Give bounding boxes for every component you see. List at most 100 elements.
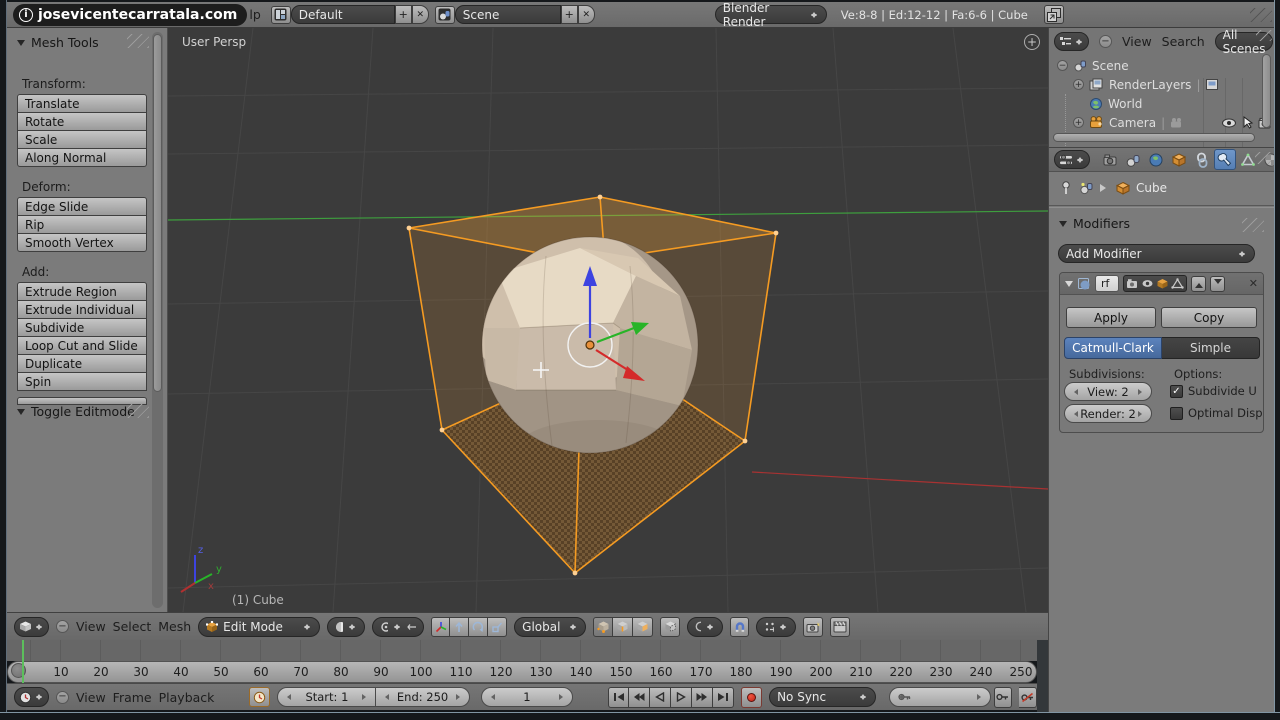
apply-modifier-button[interactable]: Apply bbox=[1066, 307, 1156, 328]
expand-icon[interactable]: + bbox=[1073, 79, 1084, 90]
sync-mode-dropdown[interactable]: No Sync bbox=[769, 687, 877, 707]
catmull-clark-option[interactable]: Catmull-Clark bbox=[1064, 337, 1162, 359]
timeline-frame-ruler[interactable]: 10 20 30 40 50 60 70 80 90 100 110 120 130 140 150 160 1… bbox=[7, 661, 1037, 683]
render-subdivisions-stepper[interactable]: Render: 2 bbox=[1064, 404, 1152, 423]
snap-toggle-button[interactable] bbox=[730, 616, 750, 637]
render-engine-dropdown[interactable]: Blender Render bbox=[714, 1, 827, 29]
move-modifier-up-button[interactable] bbox=[1191, 275, 1206, 292]
viewport-visibility-toggle-icon[interactable] bbox=[1141, 278, 1154, 289]
play-button[interactable] bbox=[671, 686, 693, 708]
view3d-menu-select[interactable]: Select bbox=[113, 619, 152, 634]
tool-shelf-row[interactable]: Subdivide bbox=[17, 318, 147, 337]
outliner-hscrollbar[interactable] bbox=[1053, 133, 1255, 142]
rotate-manipulator-button[interactable] bbox=[469, 616, 489, 637]
current-frame-field[interactable]: 1 bbox=[480, 687, 574, 707]
current-frame-indicator[interactable] bbox=[22, 640, 24, 683]
tool-shelf-row[interactable]: Edge Slide bbox=[17, 197, 147, 216]
face-select-button[interactable] bbox=[633, 616, 654, 637]
layout-name-field[interactable]: Default bbox=[290, 5, 395, 24]
manipulator-enable-button[interactable] bbox=[431, 616, 451, 637]
tool-shelf-row[interactable]: Rotate bbox=[17, 112, 147, 131]
translate-manipulator-button[interactable] bbox=[450, 616, 470, 637]
tab-world[interactable] bbox=[1145, 149, 1167, 170]
timeline-menu-frame[interactable]: Frame bbox=[113, 690, 152, 705]
outliner-vscrollbar[interactable] bbox=[1262, 54, 1271, 128]
insert-keyframe-button[interactable] bbox=[993, 686, 1012, 708]
previous-keyframe-button[interactable] bbox=[629, 686, 651, 708]
modifier-name-field[interactable]: rf bbox=[1095, 275, 1119, 292]
tab-object[interactable] bbox=[1168, 149, 1190, 170]
layout-icon-button[interactable] bbox=[270, 5, 291, 24]
delete-keyframe-button[interactable] bbox=[1018, 686, 1037, 708]
layout-delete-button[interactable]: ✕ bbox=[411, 5, 429, 24]
modifiers-panel-header[interactable]: Modifiers bbox=[1059, 216, 1130, 231]
viewport-3d[interactable]: User Persp (1) Cube z y x + bbox=[168, 28, 1048, 612]
tool-shelf-row[interactable]: Spin bbox=[17, 372, 147, 391]
tool-shelf-row[interactable]: Along Normal bbox=[17, 148, 147, 167]
tool-shelf-scrollbar[interactable] bbox=[152, 32, 163, 608]
corner-grip[interactable] bbox=[1250, 7, 1272, 22]
selectability-cursor-icon[interactable] bbox=[1239, 116, 1257, 129]
collapse-menus-icon[interactable]: − bbox=[56, 690, 69, 704]
scene-delete-button[interactable]: ✕ bbox=[577, 5, 595, 24]
panel-grip[interactable] bbox=[1242, 218, 1264, 232]
transform-orientation-dropdown[interactable]: Global bbox=[514, 616, 587, 637]
object-origin[interactable] bbox=[585, 340, 595, 350]
modifier-expand-icon[interactable] bbox=[1065, 280, 1073, 291]
expand-properties-region-button[interactable]: + bbox=[1024, 34, 1040, 50]
collapse-icon[interactable]: − bbox=[1057, 60, 1068, 71]
edge-select-button[interactable] bbox=[613, 616, 634, 637]
outliner-menu-view[interactable]: View bbox=[1122, 34, 1152, 49]
editor-type-selector[interactable] bbox=[1054, 150, 1090, 169]
view-subdivisions-stepper[interactable]: View: 2 bbox=[1064, 382, 1152, 401]
tab-constraints[interactable] bbox=[1191, 149, 1213, 170]
cage-toggle-icon[interactable] bbox=[1171, 278, 1184, 289]
tool-shelf-row[interactable]: Extrude Region bbox=[17, 282, 147, 301]
tab-render[interactable] bbox=[1099, 149, 1121, 170]
render-toggle-icon[interactable] bbox=[1126, 278, 1139, 289]
scrollbar-thumb[interactable] bbox=[153, 34, 162, 392]
timeline-menu-playback[interactable]: Playback bbox=[159, 690, 215, 705]
keying-set-field[interactable] bbox=[889, 687, 991, 707]
move-modifier-down-button[interactable] bbox=[1210, 275, 1225, 292]
scene-icon[interactable] bbox=[1079, 181, 1094, 195]
duplicate-window-button[interactable] bbox=[1043, 5, 1064, 24]
collapse-menus-icon[interactable]: − bbox=[1099, 35, 1112, 48]
optimal-display-checkbox[interactable] bbox=[1170, 406, 1183, 420]
panel-grip[interactable] bbox=[127, 404, 149, 418]
outliner-row-renderlayers[interactable]: + RenderLayers | bbox=[1049, 75, 1274, 94]
tool-shelf-row[interactable]: Loop Cut and Slide bbox=[17, 336, 147, 355]
editmode-toggle-icon[interactable] bbox=[1156, 278, 1169, 289]
simple-option[interactable]: Simple bbox=[1162, 337, 1260, 359]
tool-shelf-row[interactable]: Duplicate bbox=[17, 354, 147, 373]
help-menu-fragment[interactable]: lp bbox=[249, 7, 260, 22]
record-button[interactable] bbox=[741, 686, 763, 708]
preview-range-toggle[interactable] bbox=[249, 687, 271, 707]
pivot-point-dropdown[interactable] bbox=[372, 616, 425, 637]
editor-type-selector[interactable] bbox=[1054, 32, 1089, 51]
visibility-eye-icon[interactable] bbox=[1221, 117, 1239, 129]
tab-scene[interactable] bbox=[1122, 149, 1144, 170]
delete-modifier-button[interactable]: ✕ bbox=[1249, 277, 1258, 290]
scale-manipulator-button[interactable] bbox=[488, 616, 508, 637]
play-reverse-button[interactable] bbox=[650, 686, 672, 708]
timeline-canvas[interactable] bbox=[7, 640, 1037, 661]
snap-element-dropdown[interactable] bbox=[756, 616, 797, 637]
mesh-tools-panel-header[interactable]: Mesh Tools bbox=[17, 35, 99, 50]
outliner-menu-search[interactable]: Search bbox=[1162, 34, 1205, 49]
subdivide-uv-checkbox[interactable]: ✓ bbox=[1170, 384, 1183, 398]
scene-name-field[interactable]: Scene bbox=[454, 5, 561, 24]
pin-icon[interactable] bbox=[1059, 180, 1073, 195]
vertex-select-button[interactable] bbox=[593, 616, 614, 637]
editor-type-selector[interactable] bbox=[14, 616, 49, 637]
outliner-row-world[interactable]: World bbox=[1049, 94, 1274, 113]
tool-shelf-row[interactable]: Scale bbox=[17, 130, 147, 149]
opengl-render-image-button[interactable] bbox=[803, 616, 824, 637]
corner-grip[interactable] bbox=[1256, 30, 1272, 41]
breadcrumb-object-name[interactable]: Cube bbox=[1136, 181, 1167, 195]
frame-end-stepper[interactable]: End: 250 bbox=[376, 687, 470, 707]
view3d-menu-mesh[interactable]: Mesh bbox=[158, 619, 191, 634]
scene-add-button[interactable]: + bbox=[560, 5, 578, 24]
layout-add-button[interactable]: + bbox=[394, 5, 412, 24]
jump-to-end-button[interactable] bbox=[713, 686, 735, 708]
